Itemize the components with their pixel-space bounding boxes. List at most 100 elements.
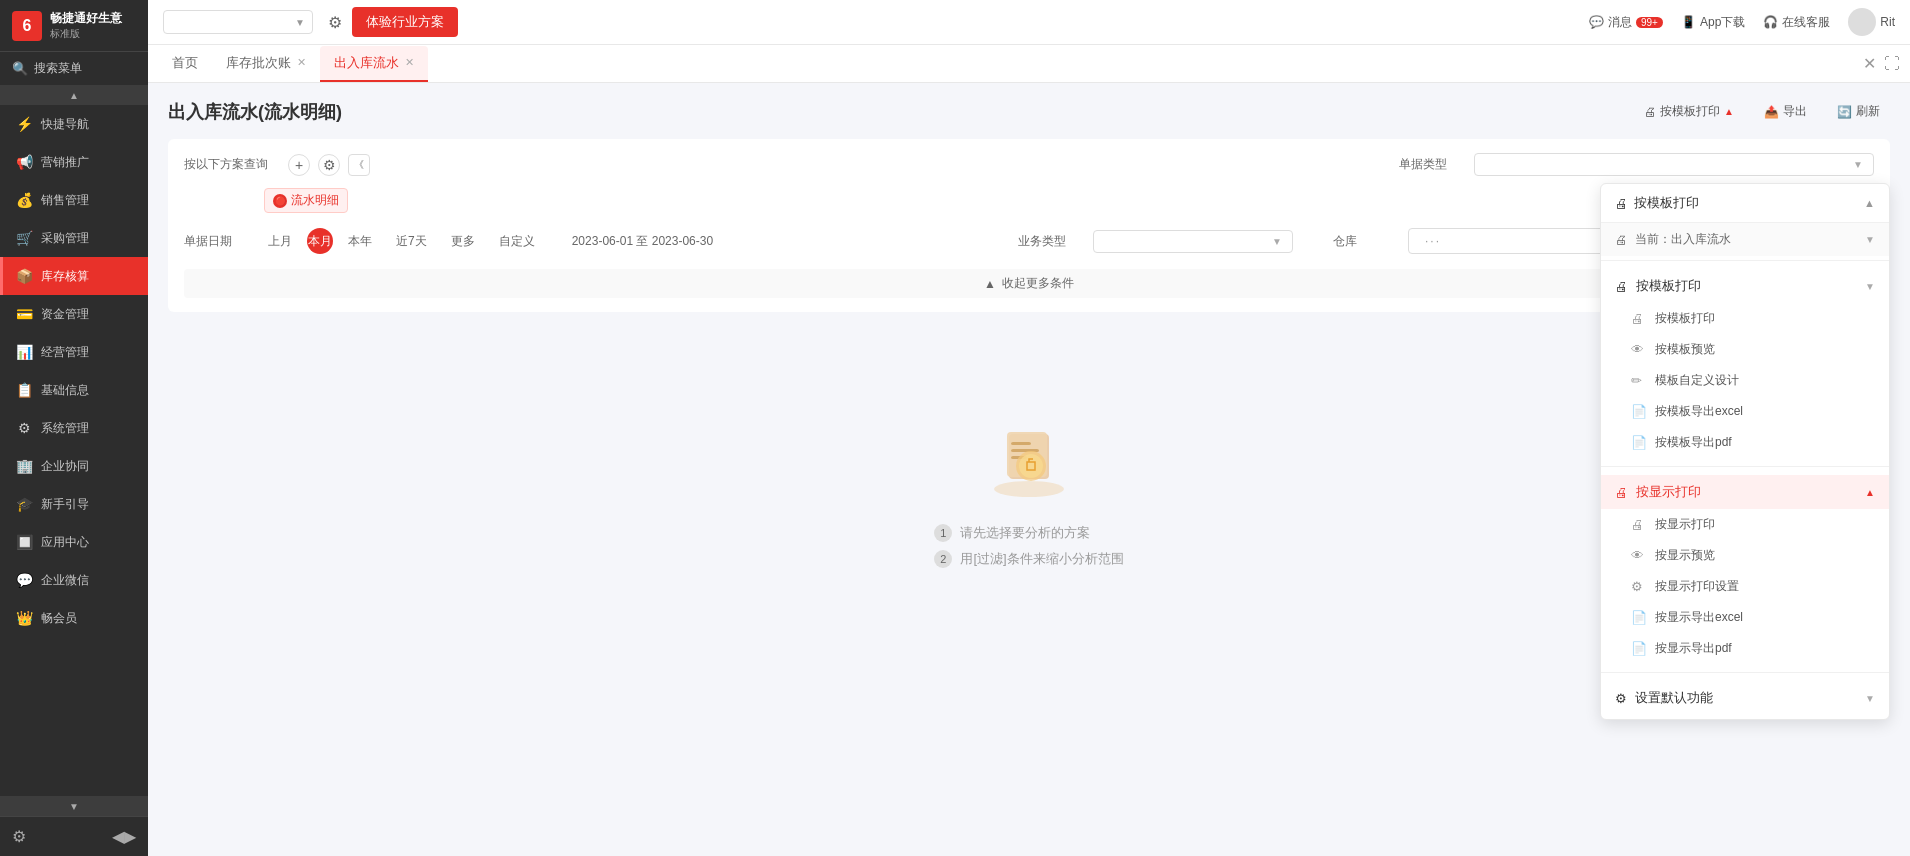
filter-tag-icon: 🔴 <box>273 194 287 208</box>
display-section-label: 按显示打印 <box>1636 483 1701 501</box>
export-button[interactable]: 📤 导出 <box>1754 98 1817 125</box>
sidebar-item-app-center[interactable]: 🔲 应用中心 <box>0 523 148 561</box>
display-print-label: 按显示打印 <box>1655 516 1715 533</box>
sidebar-item-marketing[interactable]: 📢 营销推广 <box>0 143 148 181</box>
guide-icon: 🎓 <box>15 495 33 513</box>
tab-inventory-batch-close[interactable]: ✕ <box>297 56 306 69</box>
app-download-button[interactable]: 📱 App下载 <box>1681 14 1745 31</box>
sidebar-item-vip[interactable]: 👑 畅会员 <box>0 599 148 637</box>
app-container: 6 畅捷通好生意 标准版 🔍 搜索菜单 ▲ ⚡ 快捷导航 📢 营销推广 � <box>0 0 1910 856</box>
template-export-excel-item[interactable]: 📄 按模板导出excel <box>1601 396 1889 427</box>
template-section-icon: 🖨 <box>1615 279 1628 294</box>
tab-flow[interactable]: 出入库流水 ✕ <box>320 46 428 82</box>
business-type-arrow-icon: ▼ <box>1272 236 1282 247</box>
nav-label: 应用中心 <box>41 534 89 551</box>
display-print-section-header[interactable]: 🖨 按显示打印 ▲ <box>1601 475 1889 509</box>
tab-close-all-button[interactable]: ✕ <box>1863 54 1876 73</box>
tab-flow-close[interactable]: ✕ <box>405 56 414 69</box>
tab-inventory-batch[interactable]: 库存批次账 ✕ <box>212 46 320 82</box>
date-btn-last-month[interactable]: 上月 <box>259 229 301 254</box>
display-print-item[interactable]: 🖨 按显示打印 <box>1601 509 1889 540</box>
display-export-pdf-item[interactable]: 📄 按显示导出pdf <box>1601 633 1889 664</box>
display-print-settings-item[interactable]: ⚙ 按显示打印设置 <box>1601 571 1889 602</box>
message-button[interactable]: 💬 消息 99+ <box>1589 14 1663 31</box>
sidebar-item-operations[interactable]: 📊 经营管理 <box>0 333 148 371</box>
industry-solution-button[interactable]: 体验行业方案 <box>352 7 458 37</box>
template-export-pdf-item[interactable]: 📄 按模板导出pdf <box>1601 427 1889 458</box>
display-excel-icon: 📄 <box>1631 610 1647 625</box>
nav-label: 企业微信 <box>41 572 89 589</box>
collapse-sidebar-icon[interactable]: ◀▶ <box>112 827 136 846</box>
display-preview-label: 按显示预览 <box>1655 547 1715 564</box>
display-export-pdf-label: 按显示导出pdf <box>1655 640 1732 657</box>
sidebar-item-basic[interactable]: 📋 基础信息 <box>0 371 148 409</box>
template-print-label: 按模板打印 <box>1660 103 1720 120</box>
date-btn-custom[interactable]: 自定义 <box>490 229 544 254</box>
sidebar-search[interactable]: 🔍 搜索菜单 <box>0 52 148 85</box>
settings-icon[interactable]: ⚙ <box>12 827 26 846</box>
user-avatar-area[interactable]: Rit <box>1848 8 1895 36</box>
sidebar-item-purchase[interactable]: 🛒 采购管理 <box>0 219 148 257</box>
topbar-search-input[interactable] <box>163 10 313 34</box>
add-filter-btn[interactable]: + <box>288 154 310 176</box>
refresh-button[interactable]: 🔄 刷新 <box>1827 98 1890 125</box>
sidebar-logo: 6 畅捷通好生意 标准版 <box>0 0 148 52</box>
logo-icon: 6 <box>12 11 42 41</box>
item-design-icon: ✏ <box>1631 373 1647 388</box>
topbar: ▼ ⚙ 体验行业方案 💬 消息 99+ 📱 App下载 🎧 在线客服 <box>148 0 1910 45</box>
template-print-item-label: 按模板打印 <box>1655 310 1715 327</box>
sidebar-item-quick-nav[interactable]: ⚡ 快捷导航 <box>0 105 148 143</box>
warehouse-label: 仓库 <box>1333 233 1388 250</box>
date-btn-this-year[interactable]: 本年 <box>339 229 381 254</box>
current-print-icon: 🖨 <box>1615 233 1627 247</box>
dropdown-panel-header[interactable]: 🖨 按模板打印 ▲ <box>1601 184 1889 223</box>
sidebar-item-enterprise-wechat[interactable]: 💬 企业微信 <box>0 561 148 599</box>
date-btn-this-month[interactable]: 本月 <box>307 228 333 254</box>
business-type-select[interactable]: ▼ <box>1093 230 1293 253</box>
template-print-button[interactable]: 🖨 按模板打印 ▲ <box>1634 98 1744 125</box>
svg-point-7 <box>1019 454 1043 478</box>
search-icon: 🔍 <box>12 61 28 76</box>
flow-detail-tag[interactable]: 🔴 流水明细 <box>264 188 348 213</box>
search-menu-label: 搜索菜单 <box>34 60 82 77</box>
sidebar-scroll-up[interactable]: ▲ <box>0 85 148 105</box>
inventory-icon: 📦 <box>15 267 33 285</box>
brand-name: 畅捷通好生意 <box>50 10 122 27</box>
step-2-text: 用[过滤]条件来缩小分析范围 <box>960 550 1123 568</box>
display-export-excel-item[interactable]: 📄 按显示导出excel <box>1601 602 1889 633</box>
message-badge: 99+ <box>1636 17 1663 28</box>
bill-type-label: 单据类型 <box>1399 156 1454 173</box>
page-actions-row: 🖨 按模板打印 ▲ 📤 导出 🔄 刷新 <box>1634 98 1890 125</box>
filter-settings-btn[interactable]: ⚙ <box>318 154 340 176</box>
divider-1 <box>1601 260 1889 261</box>
set-default-section: ⚙ 设置默认功能 ▼ <box>1601 677 1889 719</box>
tab-maximize-button[interactable]: ⛶ <box>1884 55 1900 73</box>
set-default-section-header[interactable]: ⚙ 设置默认功能 ▼ <box>1601 681 1889 715</box>
template-preview-item[interactable]: 👁 按模板预览 <box>1601 334 1889 365</box>
topbar-dropdown-icon: ▼ <box>295 17 305 28</box>
sidebar-item-inventory[interactable]: 📦 库存核算 <box>0 257 148 295</box>
date-btn-more[interactable]: 更多 <box>442 229 484 254</box>
bill-type-select[interactable]: ▼ <box>1474 153 1874 176</box>
sidebar-item-finance[interactable]: 💳 资金管理 <box>0 295 148 333</box>
template-design-item[interactable]: ✏ 模板自定义设计 <box>1601 365 1889 396</box>
sidebar-item-sales[interactable]: 💰 销售管理 <box>0 181 148 219</box>
filter-collapse-btn[interactable]: 《 <box>348 154 370 176</box>
sidebar-item-enterprise[interactable]: 🏢 企业协同 <box>0 447 148 485</box>
tab-home[interactable]: 首页 <box>158 46 212 82</box>
empty-step-2: 2 用[过滤]条件来缩小分析范围 <box>934 550 1123 568</box>
date-range-display: 2023-06-01 至 2023-06-30 <box>572 233 713 250</box>
sidebar-item-system[interactable]: ⚙ 系统管理 <box>0 409 148 447</box>
nav-label: 快捷导航 <box>41 116 89 133</box>
template-print-item[interactable]: 🖨 按模板打印 <box>1601 303 1889 334</box>
export-label: 导出 <box>1783 103 1807 120</box>
sidebar-item-guide[interactable]: 🎓 新手引导 <box>0 485 148 523</box>
topbar-gear-icon[interactable]: ⚙ <box>328 13 342 32</box>
display-preview-item[interactable]: 👁 按显示预览 <box>1601 540 1889 571</box>
template-print-section-header[interactable]: 🖨 按模板打印 ▼ <box>1601 269 1889 303</box>
date-btn-7days[interactable]: 近7天 <box>387 229 436 254</box>
app-center-icon: 🔲 <box>15 533 33 551</box>
print-icon: 🖨 <box>1615 196 1628 211</box>
online-service-button[interactable]: 🎧 在线客服 <box>1763 14 1830 31</box>
sidebar-scroll-down[interactable]: ▼ <box>0 796 148 816</box>
